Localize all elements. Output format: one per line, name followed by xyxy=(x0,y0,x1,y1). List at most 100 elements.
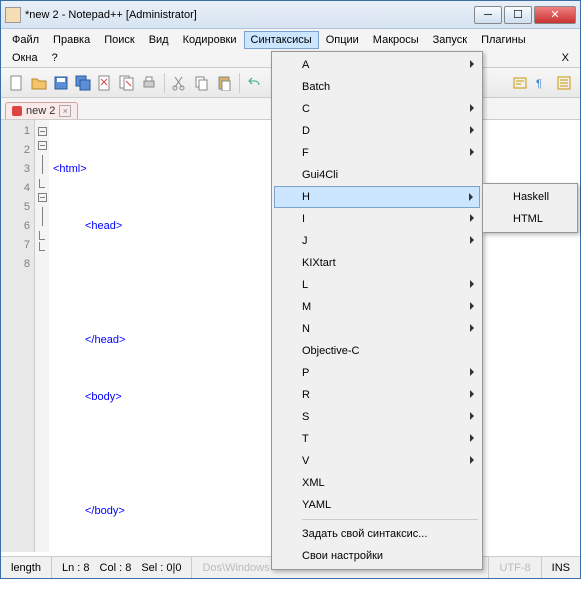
submenu-arrow-icon xyxy=(470,456,474,464)
paste-button[interactable] xyxy=(214,73,234,93)
syntax-item-gui4cli[interactable]: Gui4Cli xyxy=(274,164,480,186)
status-col: Col : 8 xyxy=(100,562,132,574)
tab-close-button[interactable]: × xyxy=(59,105,71,117)
submenu-arrow-icon xyxy=(470,126,474,134)
syntax-item-h[interactable]: H xyxy=(274,186,480,208)
menu-encoding[interactable]: Кодировки xyxy=(176,31,244,49)
wordwrap-button[interactable] xyxy=(510,73,530,93)
menu-plugins[interactable]: Плагины xyxy=(474,31,533,49)
submenu-arrow-icon xyxy=(470,324,474,332)
show-all-chars-button[interactable]: ¶ xyxy=(532,73,552,93)
status-encoding: UTF-8 xyxy=(489,557,541,578)
submenu-arrow-icon xyxy=(470,368,474,376)
submenu-arrow-icon xyxy=(470,236,474,244)
code-line: </head> xyxy=(85,334,125,346)
app-icon xyxy=(5,7,21,23)
close-button[interactable]: ✕ xyxy=(534,6,576,24)
line-number: 4 xyxy=(1,179,30,198)
syntax-item-yaml[interactable]: YAML xyxy=(274,494,480,516)
syntax-item-html[interactable]: HTML xyxy=(485,208,575,230)
menu-syntax[interactable]: Синтаксисы xyxy=(244,31,319,49)
syntax-item-haskell[interactable]: Haskell xyxy=(485,186,575,208)
new-file-button[interactable] xyxy=(7,73,27,93)
print-button[interactable] xyxy=(139,73,159,93)
submenu-arrow-icon xyxy=(469,193,473,201)
status-ins: INS xyxy=(542,557,580,578)
open-file-button[interactable] xyxy=(29,73,49,93)
undo-button[interactable] xyxy=(245,73,265,93)
menu-search[interactable]: Поиск xyxy=(97,31,141,49)
menu-x-close[interactable]: X xyxy=(555,49,576,67)
syntax-item-c[interactable]: C xyxy=(274,98,480,120)
copy-button[interactable] xyxy=(192,73,212,93)
menu-run[interactable]: Запуск xyxy=(426,31,474,49)
cut-button[interactable] xyxy=(170,73,190,93)
code-line: <body> xyxy=(85,391,122,403)
syntax-item-n[interactable]: N xyxy=(274,318,480,340)
status-sel: Sel : 0|0 xyxy=(141,562,181,574)
submenu-arrow-icon xyxy=(470,280,474,288)
minimize-button[interactable]: ─ xyxy=(474,6,502,24)
menu-edit[interactable]: Правка xyxy=(46,31,97,49)
code-line: <html> xyxy=(53,163,87,175)
line-number: 1 xyxy=(1,122,30,141)
syntax-item-kixtart[interactable]: KIXtart xyxy=(274,252,480,274)
syntax-item-d[interactable]: D xyxy=(274,120,480,142)
syntax-item-f[interactable]: F xyxy=(274,142,480,164)
syntax-item-xml[interactable]: XML xyxy=(274,472,480,494)
status-ln: Ln : 8 xyxy=(62,562,90,574)
syntax-submenu-h: Haskell HTML xyxy=(482,183,578,233)
code-line: <head> xyxy=(85,220,122,232)
menu-windows[interactable]: Окна xyxy=(5,49,45,67)
line-gutter: 1 2 3 4 5 6 7 8 xyxy=(1,120,35,552)
code-line: </body> xyxy=(85,505,125,517)
unsaved-dot-icon xyxy=(12,106,22,116)
fold-toggle[interactable] xyxy=(38,141,47,150)
line-number: 6 xyxy=(1,217,30,236)
svg-text:¶: ¶ xyxy=(536,78,542,90)
status-length: length xyxy=(1,557,52,578)
syntax-dropdown: ABatchCDFGui4CliHIJKIXtartLMNObjective-C… xyxy=(271,51,483,570)
menu-help[interactable]: ? xyxy=(45,49,65,67)
submenu-arrow-icon xyxy=(470,60,474,68)
titlebar: *new 2 - Notepad++ [Administrator] ─ ☐ ✕ xyxy=(1,1,580,29)
syntax-define-own[interactable]: Задать свой синтаксис... xyxy=(274,523,480,545)
fold-toggle[interactable] xyxy=(38,193,47,202)
tab-label: new 2 xyxy=(26,105,55,117)
tab-new-2[interactable]: new 2 × xyxy=(5,102,78,119)
syntax-item-l[interactable]: L xyxy=(274,274,480,296)
syntax-item-t[interactable]: T xyxy=(274,428,480,450)
menu-macros[interactable]: Макросы xyxy=(366,31,426,49)
close-all-button[interactable] xyxy=(117,73,137,93)
indent-guide-button[interactable] xyxy=(554,73,574,93)
menu-view[interactable]: Вид xyxy=(142,31,176,49)
fold-toggle[interactable] xyxy=(38,127,47,136)
save-all-button[interactable] xyxy=(73,73,93,93)
menu-options[interactable]: Опции xyxy=(319,31,366,49)
save-button[interactable] xyxy=(51,73,71,93)
syntax-item-batch[interactable]: Batch xyxy=(274,76,480,98)
syntax-item-p[interactable]: P xyxy=(274,362,480,384)
close-file-button[interactable] xyxy=(95,73,115,93)
syntax-item-j[interactable]: J xyxy=(274,230,480,252)
syntax-item-v[interactable]: V xyxy=(274,450,480,472)
submenu-arrow-icon xyxy=(470,412,474,420)
line-number: 7 xyxy=(1,236,30,255)
submenu-arrow-icon xyxy=(470,390,474,398)
line-number: 5 xyxy=(1,198,30,217)
menu-file[interactable]: Файл xyxy=(5,31,46,49)
syntax-item-m[interactable]: M xyxy=(274,296,480,318)
syntax-item-a[interactable]: A xyxy=(274,54,480,76)
syntax-item-i[interactable]: I xyxy=(274,208,480,230)
syntax-item-r[interactable]: R xyxy=(274,384,480,406)
submenu-arrow-icon xyxy=(470,104,474,112)
fold-column xyxy=(35,120,49,552)
submenu-arrow-icon xyxy=(470,302,474,310)
window-title: *new 2 - Notepad++ [Administrator] xyxy=(25,9,474,21)
syntax-item-s[interactable]: S xyxy=(274,406,480,428)
syntax-item-objective-c[interactable]: Objective-C xyxy=(274,340,480,362)
submenu-arrow-icon xyxy=(470,148,474,156)
submenu-arrow-icon xyxy=(470,434,474,442)
syntax-own-settings[interactable]: Свои настройки xyxy=(274,545,480,567)
maximize-button[interactable]: ☐ xyxy=(504,6,532,24)
